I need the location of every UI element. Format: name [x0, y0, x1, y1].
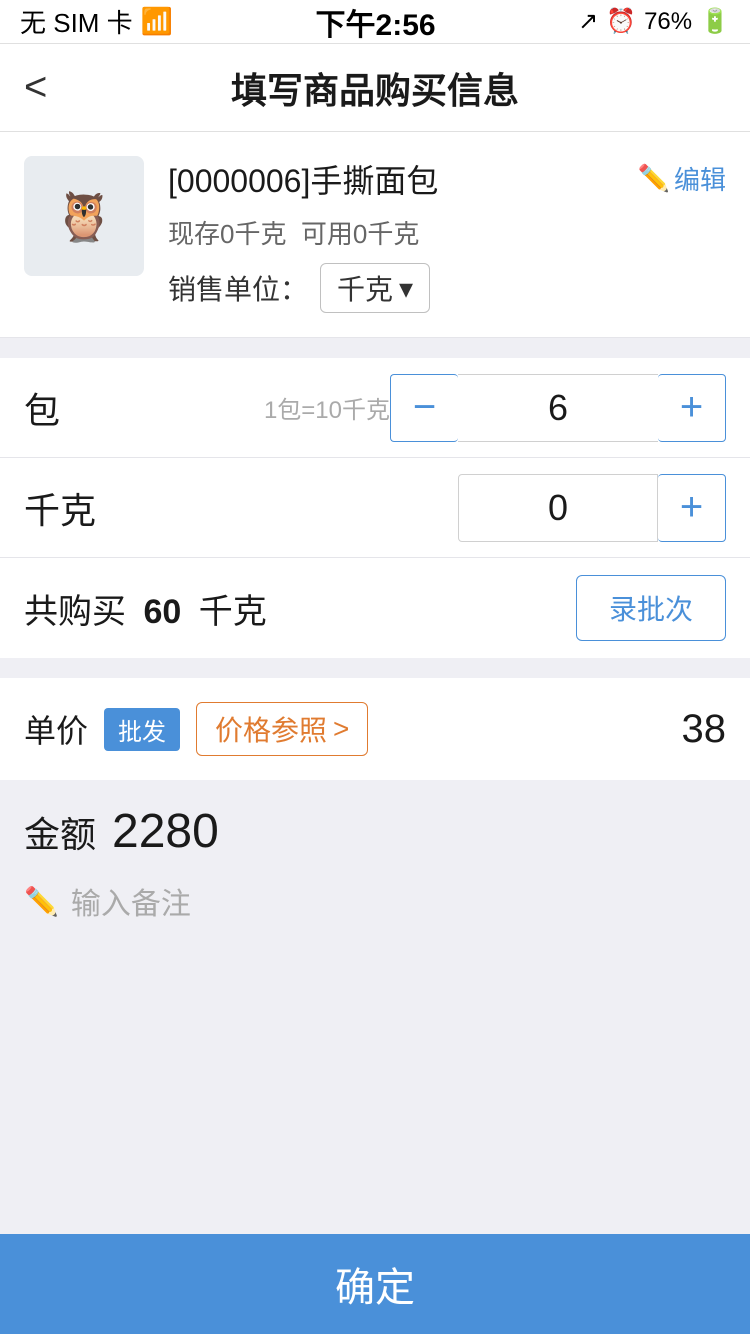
status-left: 无 SIM 卡 📶 — [20, 3, 173, 40]
kg-increment-button[interactable]: + — [658, 474, 726, 542]
separator-2 — [0, 658, 750, 678]
page-title: 填写商品购买信息 — [231, 62, 519, 114]
battery-label: 76% — [644, 8, 692, 36]
pack-qty-control: − + — [390, 374, 726, 442]
sim-label: 无 SIM 卡 — [20, 3, 133, 40]
product-stock: 现存0千克 可用0千克 — [168, 214, 726, 251]
product-section: 🦉 [0000006]手撕面包 现存0千克 可用0千克 销售单位： 千克 ▾ ✏… — [0, 132, 750, 338]
nav-bar: < 填写商品购买信息 — [0, 44, 750, 132]
status-right: ↗ ⏰ 76% 🔋 — [578, 7, 730, 36]
back-button[interactable]: < — [24, 65, 47, 110]
amount-section: 金额 2280 ✏️ 输入备注 — [0, 780, 750, 947]
status-bar: 无 SIM 卡 📶 下午2:56 ↗ ⏰ 76% 🔋 — [0, 0, 750, 44]
product-thumbnail: 🦉 — [24, 156, 144, 276]
amount-row: 金额 2280 — [24, 804, 726, 859]
amount-value: 2280 — [112, 804, 219, 859]
total-qty: 60 — [143, 593, 181, 631]
amount-label: 金额 — [24, 806, 96, 858]
note-row[interactable]: ✏️ 输入备注 — [24, 879, 726, 947]
battery-icon: 🔋 — [700, 7, 730, 36]
total-row: 共购买 60 千克 录批次 — [0, 558, 750, 658]
price-label: 单价 — [24, 706, 88, 752]
pack-increment-button[interactable]: + — [658, 374, 726, 442]
product-logo-icon: 🦉 — [54, 188, 114, 245]
pack-label: 包 — [24, 382, 252, 434]
pack-row: 包 1包=10千克 − + — [0, 358, 750, 458]
confirm-button[interactable]: 确定 — [0, 1234, 750, 1334]
kg-row: 千克 + — [0, 458, 750, 558]
chevron-down-icon: ▾ — [399, 272, 413, 305]
price-reference-button[interactable]: 价格参照 > — [196, 702, 368, 756]
pack-decrement-button[interactable]: − — [390, 374, 458, 442]
alarm-icon: ⏰ — [606, 7, 636, 36]
price-value: 38 — [682, 707, 727, 752]
pack-hint: 1包=10千克 — [264, 390, 390, 425]
batch-button[interactable]: 录批次 — [576, 575, 726, 641]
pack-qty-input[interactable] — [458, 374, 658, 442]
separator-1 — [0, 338, 750, 358]
status-time: 下午2:56 — [316, 0, 436, 44]
product-unit-row: 销售单位： 千克 ▾ — [168, 263, 726, 313]
note-placeholder: 输入备注 — [71, 879, 191, 923]
unit-select[interactable]: 千克 ▾ — [320, 263, 430, 313]
pack-section: 包 1包=10千克 − + 千克 + 共购买 60 千克 录批次 — [0, 358, 750, 658]
total-text: 共购买 60 千克 — [24, 584, 267, 633]
kg-qty-input[interactable] — [458, 474, 658, 542]
price-type-tag: 批发 — [104, 708, 180, 751]
edit-button[interactable]: ✏️ 编辑 — [638, 160, 726, 197]
price-section: 单价 批发 价格参照 > 38 — [0, 678, 750, 780]
note-icon: ✏️ — [24, 885, 59, 918]
chevron-right-icon: > — [333, 713, 349, 745]
kg-qty-control: + — [458, 474, 726, 542]
unit-label: 销售单位： — [168, 268, 308, 308]
location-icon: ↗ — [578, 7, 598, 36]
kg-label: 千克 — [24, 482, 458, 534]
wifi-icon: 📶 — [141, 6, 173, 37]
edit-icon: ✏️ — [638, 163, 670, 194]
